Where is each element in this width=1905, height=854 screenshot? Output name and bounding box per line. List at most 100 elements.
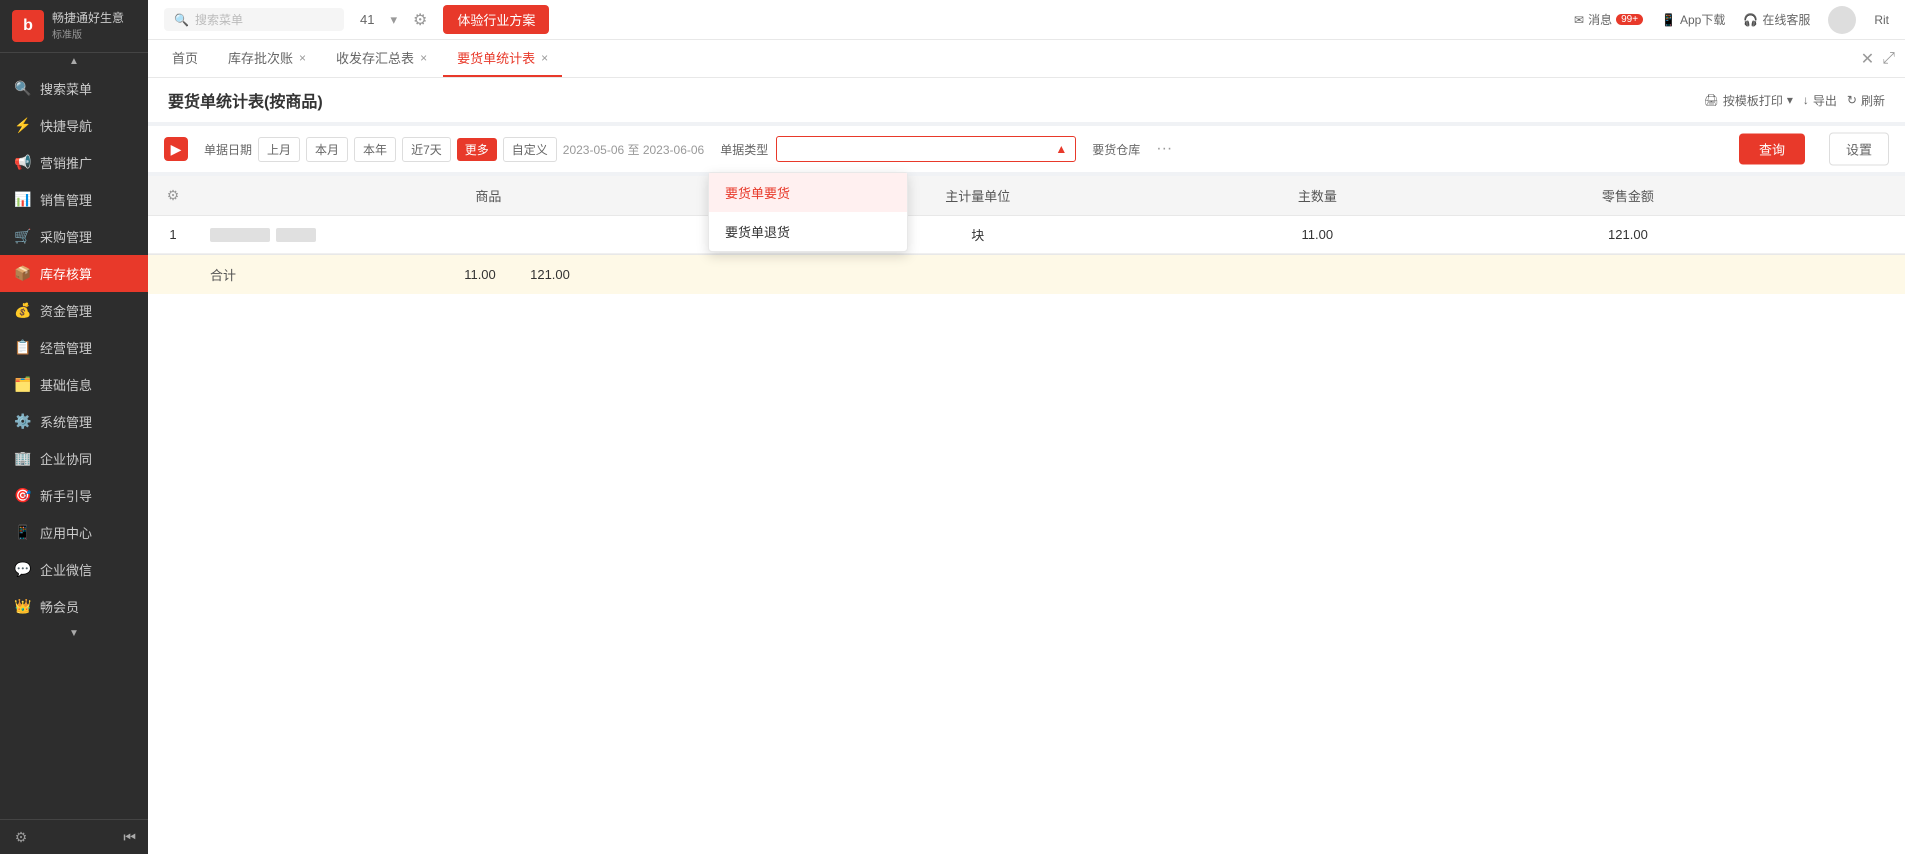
footer-total-label: 合计: [160, 265, 360, 284]
message-icon: ✉: [1574, 13, 1584, 27]
sidebar-collapse-button[interactable]: ⏮: [123, 829, 136, 846]
more-dates-btn[interactable]: 更多: [457, 138, 497, 161]
col-settings: ⚙: [148, 176, 198, 216]
inventory-icon: 📦: [14, 265, 32, 283]
brand-name: 畅捷通好生意: [52, 11, 124, 27]
sidebar-item-system[interactable]: ⚙️ 系统管理: [0, 403, 148, 440]
date-range-display: 2023-05-06 至 2023-06-06: [563, 141, 704, 158]
chevron-down-icon: ▾: [390, 12, 397, 28]
headset-icon: 🎧: [1743, 13, 1758, 27]
footer-total-qty: 11.00: [360, 267, 500, 282]
sidebar-item-wechat[interactable]: 💬 企业微信: [0, 551, 148, 588]
main-area: 🔍 搜索菜单 41 ▾ ⚙ 体验行业方案 ✉ 消息 99+ 📱 App下载 🎧 …: [148, 0, 1905, 854]
app-download-btn[interactable]: 📱 App下载: [1661, 11, 1725, 28]
table-footer: 合计 11.00 121.00: [148, 254, 1905, 294]
search-icon: 🔍: [14, 80, 32, 98]
sidebar-item-quick-nav[interactable]: ⚡ 快捷导航: [0, 107, 148, 144]
print-btn[interactable]: 🖨 按模板打印 ▾: [1704, 92, 1793, 109]
megaphone-icon: 📢: [14, 154, 32, 172]
last7days-btn[interactable]: 近7天: [402, 137, 451, 162]
cell-amount: 121.00: [1458, 216, 1798, 254]
product-placeholder-2: [276, 228, 316, 242]
sidebar-item-members[interactable]: 👑 畅会员: [0, 588, 148, 625]
money-icon: 💰: [14, 302, 32, 320]
tab-order-stats-close[interactable]: ×: [541, 51, 548, 65]
custom-date-btn[interactable]: 自定义: [503, 137, 557, 162]
footer-total-amount: 121.00: [500, 267, 600, 282]
filter-toggle-btn[interactable]: ▶: [164, 137, 188, 161]
refresh-btn[interactable]: ↻ 刷新: [1847, 92, 1885, 109]
type-select-wrapper[interactable]: ▲: [776, 136, 1076, 162]
tab-inventory-batch-close[interactable]: ×: [299, 51, 306, 65]
page-content: 要货单统计表(按商品) 🖨 按模板打印 ▾ ↓ 导出 ↻ 刷新 ▶: [148, 78, 1905, 854]
dropdown-item-return[interactable]: 要货单退货: [709, 212, 907, 251]
sidebar-item-finance[interactable]: 💰 资金管理: [0, 292, 148, 329]
topbar: 🔍 搜索菜单 41 ▾ ⚙ 体验行业方案 ✉ 消息 99+ 📱 App下载 🎧 …: [148, 0, 1905, 40]
trial-btn[interactable]: 体验行业方案: [443, 5, 549, 34]
data-table: ⚙ 商品 主计量单位 主数量 零售金额: [148, 176, 1905, 254]
type-select-input[interactable]: [777, 137, 1075, 161]
sidebar-item-operation[interactable]: 📋 经营管理: [0, 329, 148, 366]
filter-settings-btn[interactable]: 设置: [1829, 133, 1889, 166]
date-filter-group: 单据日期 上月 本月 本年 近7天 更多 自定义 2023-05-06 至 20…: [204, 137, 704, 162]
col-amount-header: 零售金额: [1458, 176, 1798, 216]
sidebar: b 畅捷通好生意 标准版 ▲ 🔍 搜索菜单 ⚡ 快捷导航 📢 营销推广 📊 销售…: [0, 0, 148, 854]
last-month-btn[interactable]: 上月: [258, 137, 300, 162]
col-extra-header: [1798, 176, 1905, 216]
sidebar-scroll-down[interactable]: ▼: [0, 625, 148, 642]
settings-icon[interactable]: ⚙: [12, 828, 30, 846]
sidebar-item-basic[interactable]: 🗂️ 基础信息: [0, 366, 148, 403]
tabs-bar: 首页 库存批次账 × 收发存汇总表 × 要货单统计表 × ✕ ⤢: [148, 40, 1905, 78]
sidebar-scroll-up[interactable]: ▲: [0, 53, 148, 70]
topbar-search[interactable]: 🔍 搜索菜单: [164, 8, 344, 31]
gear-icon: ⚙️: [14, 413, 32, 431]
messages-btn[interactable]: ✉ 消息 99+: [1574, 11, 1643, 28]
column-settings-icon[interactable]: ⚙: [167, 187, 180, 203]
sidebar-item-purchase[interactable]: 🛒 采购管理: [0, 218, 148, 255]
cell-extra: [1798, 216, 1905, 254]
this-month-btn[interactable]: 本月: [306, 137, 348, 162]
dropdown-item-requisition[interactable]: 要货单要货: [709, 173, 907, 212]
tab-inventory-batch[interactable]: 库存批次账 ×: [214, 40, 320, 77]
sidebar-item-guide[interactable]: 🎯 新手引导: [0, 477, 148, 514]
username-label[interactable]: Rit: [1874, 13, 1889, 27]
cell-seq: 1: [148, 216, 198, 254]
export-btn[interactable]: ↓ 导出: [1803, 92, 1837, 109]
tab-count: 41: [360, 12, 374, 27]
sidebar-item-app-center[interactable]: 📱 应用中心: [0, 514, 148, 551]
type-filter-label: 单据类型: [720, 141, 768, 158]
chart-icon: 📊: [14, 191, 32, 209]
this-year-btn[interactable]: 本年: [354, 137, 396, 162]
tab-order-stats[interactable]: 要货单统计表 ×: [443, 40, 562, 77]
page-header: 要货单统计表(按商品) 🖨 按模板打印 ▾ ↓ 导出 ↻ 刷新: [148, 78, 1905, 122]
col-qty-header: 主数量: [1177, 176, 1459, 216]
tab-home[interactable]: 首页: [158, 40, 212, 77]
logo-icon: b: [12, 10, 44, 42]
chevron-up-icon[interactable]: ▲: [1055, 142, 1067, 156]
message-badge: 99+: [1616, 14, 1643, 25]
page-title: 要货单统计表(按商品): [168, 88, 323, 112]
sidebar-item-marketing[interactable]: 📢 营销推广: [0, 144, 148, 181]
sidebar-item-enterprise[interactable]: 🏢 企业协同: [0, 440, 148, 477]
tabs-expand-btn[interactable]: ⤢: [1882, 50, 1895, 68]
type-filter-group: 单据类型 ▲: [720, 136, 1076, 162]
online-service-btn[interactable]: 🎧 在线客服: [1743, 11, 1810, 28]
settings-gear-icon[interactable]: ⚙: [413, 10, 427, 30]
sidebar-item-inventory[interactable]: 📦 库存核算: [0, 255, 148, 292]
target-icon: 🎯: [14, 487, 32, 505]
search-icon-topbar: 🔍: [174, 13, 189, 27]
printer-icon: 🖨: [1704, 93, 1719, 107]
query-btn[interactable]: 查询: [1739, 134, 1805, 165]
table-area: ⚙ 商品 主计量单位 主数量 零售金额: [148, 176, 1905, 854]
tabs-close-all-btn[interactable]: ✕: [1861, 49, 1874, 69]
cell-product: [198, 216, 779, 254]
sidebar-item-search[interactable]: 🔍 搜索菜单: [0, 70, 148, 107]
tab-collect-summary[interactable]: 收发存汇总表 ×: [322, 40, 441, 77]
avatar: [1828, 6, 1856, 34]
more-options-btn[interactable]: ···: [1156, 140, 1172, 158]
table-row: 1 块 11.00 121.00: [148, 216, 1905, 254]
tab-collect-summary-close[interactable]: ×: [420, 51, 427, 65]
sidebar-item-sales[interactable]: 📊 销售管理: [0, 181, 148, 218]
filter-dates: 上月 本月 本年 近7天 更多 自定义: [258, 137, 557, 162]
export-icon: ↓: [1803, 93, 1809, 107]
